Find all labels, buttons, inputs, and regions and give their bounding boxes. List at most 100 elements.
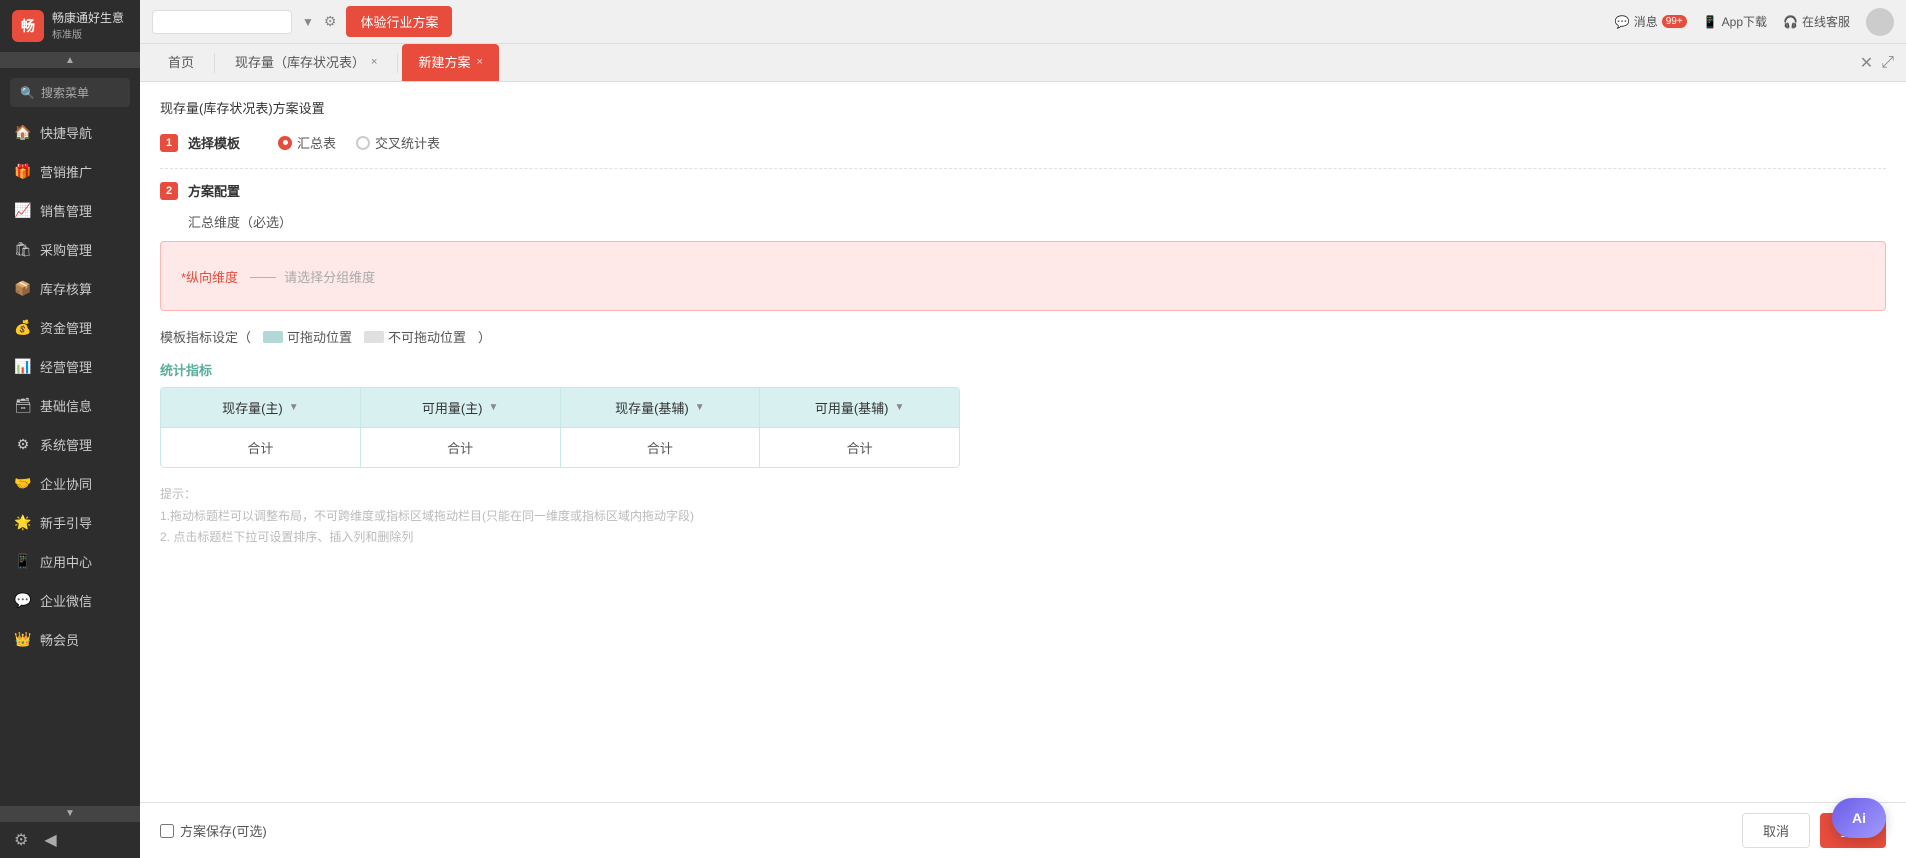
- stats-cell-2: 合计: [361, 428, 561, 467]
- window-close-btn[interactable]: ✕: [1860, 53, 1873, 73]
- experience-button[interactable]: 体验行业方案: [346, 6, 452, 37]
- home-icon: 🏠: [14, 124, 32, 142]
- message-badge: 99+: [1662, 15, 1687, 28]
- sidebar-item-finance[interactable]: 💰 资金管理: [0, 308, 140, 347]
- main-area: ▼ ⚙ 体验行业方案 💬 消息 99+ 📱 App下载 🎧 在线客服 首页: [140, 0, 1906, 858]
- stats-col-2[interactable]: 可用量(主) ▼: [361, 388, 561, 427]
- stats-col-3-chevron-icon[interactable]: ▼: [695, 402, 705, 413]
- sales-icon: 📈: [14, 202, 32, 220]
- sidebar-item-purchase[interactable]: 🛍 采购管理: [0, 230, 140, 269]
- non-draggable-label: 不可拖动位置: [388, 327, 466, 346]
- sidebar-label-wechat: 企业微信: [40, 591, 92, 610]
- tips-area: 提示： 1.拖动标题栏可以调整布局，不可跨维度或指标区域拖动栏目(只能在同一维度…: [160, 484, 1886, 549]
- tab-inventory-label: 现存量（库存状况表）: [235, 52, 365, 71]
- dimension-dash: ——: [250, 269, 276, 284]
- stats-col-4-chevron-icon[interactable]: ▼: [895, 402, 905, 413]
- member-icon: 👑: [14, 631, 32, 649]
- save-checkbox[interactable]: [160, 824, 174, 838]
- window-expand-btn[interactable]: ⤢: [1881, 54, 1894, 72]
- dimension-section-label: 汇总维度（必选）: [188, 212, 1886, 231]
- settings-icon[interactable]: ⚙: [14, 830, 28, 850]
- stats-col-2-label: 可用量(主): [422, 398, 483, 417]
- wechat-icon: 💬: [14, 592, 32, 610]
- sidebar-item-sales[interactable]: 📈 销售管理: [0, 191, 140, 230]
- tabs-right: ✕ ⤢: [1860, 53, 1894, 73]
- save-label: 方案保存(可选): [180, 821, 267, 840]
- section-1-header: 1 选择模板 汇总表 交叉统计表: [160, 133, 1886, 152]
- sidebar-item-marketing[interactable]: 🎁 营销推广: [0, 152, 140, 191]
- sidebar-search[interactable]: 🔍 搜索菜单: [10, 78, 130, 107]
- stats-col-1-label: 现存量(主): [222, 398, 283, 417]
- tab-new-plan-close-icon[interactable]: ×: [476, 56, 482, 68]
- sidebar-label-marketing: 营销推广: [40, 162, 92, 181]
- radio-summary-btn[interactable]: [278, 136, 292, 150]
- message-icon: 💬: [1615, 15, 1630, 29]
- sidebar-scroll-down[interactable]: ▼: [0, 806, 140, 821]
- sidebar-item-system[interactable]: ⚙ 系统管理: [0, 425, 140, 464]
- stats-col-2-chevron-icon[interactable]: ▼: [489, 402, 499, 413]
- footer: 方案保存(可选) 取消 查询: [140, 802, 1906, 858]
- download-icon: 📱: [1703, 15, 1718, 29]
- sidebar-scroll-up[interactable]: ▲: [0, 53, 140, 68]
- tab-new-plan-label: 新建方案: [418, 52, 470, 71]
- messages-button[interactable]: 💬 消息 99+: [1615, 13, 1687, 30]
- newguide-icon: 🌟: [14, 514, 32, 532]
- radio-cross-label: 交叉统计表: [375, 133, 440, 152]
- dimension-area[interactable]: *纵向维度 —— 请选择分组维度: [160, 241, 1886, 311]
- topbar-gear-icon[interactable]: ⚙: [324, 13, 337, 30]
- sidebar-label-enterprise: 企业协同: [40, 474, 92, 493]
- radio-summary[interactable]: 汇总表: [278, 133, 336, 152]
- stats-table-header: 现存量(主) ▼ 可用量(主) ▼ 现存量(基辅) ▼ 可用量(基辅) ▼: [161, 388, 959, 427]
- sidebar-item-appcenter[interactable]: 📱 应用中心: [0, 542, 140, 581]
- basic-icon: 🗃: [14, 397, 32, 415]
- sidebar-label-inventory: 库存核算: [40, 279, 92, 298]
- topbar-search-input[interactable]: [152, 10, 292, 34]
- stats-cell-4: 合计: [760, 428, 959, 467]
- messages-label: 消息: [1634, 13, 1658, 30]
- sidebar-item-wechat[interactable]: 💬 企业微信: [0, 581, 140, 620]
- sidebar-item-basic[interactable]: 🗃 基础信息: [0, 386, 140, 425]
- sidebar-item-quicknav[interactable]: 🏠 快捷导航: [0, 113, 140, 152]
- sidebar-label-finance: 资金管理: [40, 318, 92, 337]
- app-download-button[interactable]: 📱 App下载: [1703, 13, 1767, 30]
- stats-col-1[interactable]: 现存量(主) ▼: [161, 388, 361, 427]
- tab-home[interactable]: 首页: [152, 44, 210, 81]
- sidebar-item-newguide[interactable]: 🌟 新手引导: [0, 503, 140, 542]
- tab-separator-2: [397, 53, 398, 73]
- sidebar-item-member[interactable]: 👑 畅会员: [0, 620, 140, 659]
- tab-new-plan[interactable]: 新建方案 ×: [402, 44, 498, 81]
- tab-home-label: 首页: [168, 52, 194, 71]
- section-1-title: 选择模板: [188, 133, 240, 152]
- stats-table: 现存量(主) ▼ 可用量(主) ▼ 现存量(基辅) ▼ 可用量(基辅) ▼: [160, 387, 960, 468]
- system-icon: ⚙: [14, 436, 32, 454]
- radio-cross[interactable]: 交叉统计表: [356, 133, 440, 152]
- tab-inventory-status[interactable]: 现存量（库存状况表） ×: [219, 44, 393, 81]
- finance-icon: 💰: [14, 319, 32, 337]
- appcenter-icon: 📱: [14, 553, 32, 571]
- tab-inventory-close-icon[interactable]: ×: [371, 56, 377, 68]
- tip-2: 2. 点击标题栏下拉可设置排序、插入列和删除列: [160, 527, 1886, 549]
- sidebar-item-enterprise[interactable]: 🤝 企业协同: [0, 464, 140, 503]
- ai-button[interactable]: Ai: [1832, 798, 1886, 838]
- content-area: 现存量(库存状况表)方案设置 1 选择模板 汇总表 交叉统计表: [140, 82, 1906, 802]
- headset-icon: 🎧: [1783, 15, 1798, 29]
- draggable-legend: 可拖动位置: [263, 327, 352, 346]
- stats-col-4[interactable]: 可用量(基辅) ▼: [760, 388, 959, 427]
- operations-icon: 📊: [14, 358, 32, 376]
- app-logo-icon: 畅: [12, 10, 44, 42]
- tabs-bar: 首页 现存量（库存状况表） × 新建方案 × ✕ ⤢: [140, 44, 1906, 82]
- inventory-icon: 📦: [14, 280, 32, 298]
- indicator-setting-label: 模板指标设定（: [160, 327, 251, 346]
- sidebar-label-newguide: 新手引导: [40, 513, 92, 532]
- stats-col-1-chevron-icon[interactable]: ▼: [289, 402, 299, 413]
- sidebar-item-operations[interactable]: 📊 经营管理: [0, 347, 140, 386]
- stats-col-3[interactable]: 现存量(基辅) ▼: [561, 388, 761, 427]
- radio-summary-label: 汇总表: [297, 133, 336, 152]
- sidebar-item-inventory[interactable]: 📦 库存核算: [0, 269, 140, 308]
- radio-cross-btn[interactable]: [356, 136, 370, 150]
- user-avatar[interactable]: [1866, 8, 1894, 36]
- topbar-chevron-icon[interactable]: ▼: [302, 15, 314, 29]
- collapse-icon[interactable]: ◀: [44, 830, 56, 850]
- cancel-button[interactable]: 取消: [1742, 813, 1810, 848]
- online-service-button[interactable]: 🎧 在线客服: [1783, 13, 1850, 30]
